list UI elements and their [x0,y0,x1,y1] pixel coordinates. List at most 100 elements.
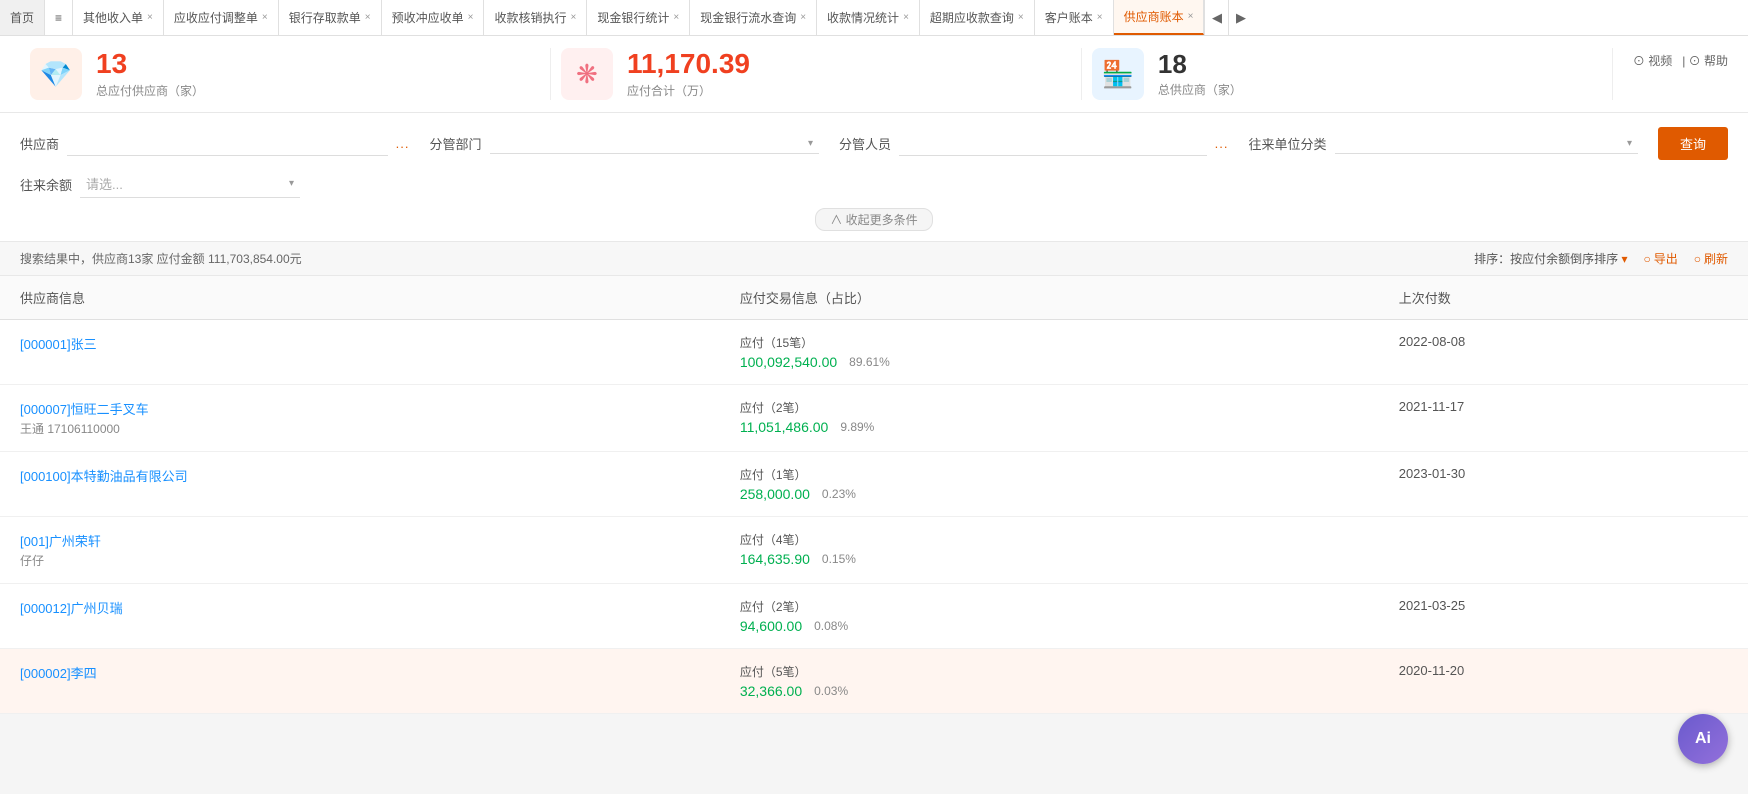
help-text-link[interactable]: | ⊙ 帮助 [1682,52,1728,69]
nav-tab-supplier-ledger-label: 供应商账本 [1124,8,1184,25]
close-prepay-offset-icon[interactable]: × [468,12,474,23]
nav-tab-overdue-ar[interactable]: 超期应收款查询 × [920,0,1035,35]
payable-pct: 0.23% [822,487,856,501]
close-collection-stat-icon[interactable]: × [903,12,909,23]
payable-amount[interactable]: 11,051,486.00 [740,419,829,435]
nav-tab-other-income[interactable]: 其他收入单 × [73,0,164,35]
nav-tab-collection-stat[interactable]: 收款情况统计 × [817,0,920,35]
payable-info-cell: 应付（4笔）164,635.900.15% [720,517,1379,584]
summary-card-total-payable: ❋ 11,170.39 应付合计（万） [551,48,1082,100]
close-overdue-ar-icon[interactable]: × [1018,12,1024,23]
payable-suppliers-icon: 💎 [30,48,82,100]
balance-select[interactable]: 请选... ▾ [80,170,300,198]
payable-amount[interactable]: 32,366.00 [740,683,802,699]
unit-class-chevron-icon: ▾ [1627,138,1632,149]
close-collection-verify-icon[interactable]: × [570,12,576,23]
nav-tab-cash-bank-flow[interactable]: 现金银行流水查询 × [690,0,817,35]
summary-bar: 💎 13 总应付供应商（家） ❋ 11,170.39 应付合计（万） 🏪 18 … [0,36,1748,113]
close-customer-ledger-icon[interactable]: × [1097,12,1103,23]
collapse-button[interactable]: ∧ 收起更多条件 [815,208,932,231]
nav-tab-overdue-ar-label: 超期应收款查询 [930,9,1014,26]
supplier-link[interactable]: [000001]张三 [20,337,97,352]
nav-tab-cash-bank-stat-label: 现金银行统计 [597,9,669,26]
nav-tab-ar-ap-adjust[interactable]: 应收应付调整单 × [164,0,279,35]
payable-suppliers-number: 13 [96,49,204,80]
table-row: [000002]李四 应付（5笔）32,366.000.03%2020-11-20 [0,649,1748,714]
payable-info-cell: 应付（2笔）11,051,486.009.89% [720,385,1379,452]
supplier-dots[interactable]: ... [396,136,410,151]
supplier-link[interactable]: [000007]恒旺二手叉车 [20,402,149,417]
last-pay-cell: 2021-11-17 [1379,385,1748,452]
col-header-lastpay: 上次付数 [1379,276,1748,320]
table-header-row: 供应商信息 应付交易信息（占比） 上次付数 [0,276,1748,320]
close-supplier-ledger-icon[interactable]: × [1188,11,1194,22]
payable-amount[interactable]: 100,092,540.00 [740,354,837,370]
payable-count: 应付（2笔） [740,598,1359,615]
ai-button-label: Ai [1695,730,1711,748]
help-links: ⊙ 视频 | ⊙ 帮助 [1613,48,1728,69]
nav-tab-ar-ap-adjust-label: 应收应付调整单 [174,9,258,26]
close-other-income-icon[interactable]: × [147,12,153,23]
payable-pct: 0.08% [814,619,848,633]
dept-select[interactable]: ▾ [490,134,819,154]
nav-tab-home[interactable]: 首页 [0,0,45,35]
dept-label: 分管部门 [430,134,482,153]
unit-class-select[interactable]: ▾ [1335,134,1638,154]
payable-count: 应付（4笔） [740,531,1359,548]
nav-left-arrow[interactable]: ◀ [1204,0,1228,35]
person-input[interactable] [899,132,1207,156]
table-row: [000007]恒旺二手叉车王通 17106110000应付（2笔）11,051… [0,385,1748,452]
total-payable-number: 11,170.39 [627,49,750,80]
payable-count: 应付（1笔） [740,466,1359,483]
filter-row-2: 往来余额 请选... ▾ [20,170,1728,198]
payable-amount[interactable]: 94,600.00 [740,618,802,634]
supplier-input[interactable] [67,132,388,156]
filter-row-1: 供应商 ... 分管部门 ▾ 分管人员 ... 往来单位分类 ▾ 查询 [20,127,1728,160]
ai-button[interactable]: Ai [1678,714,1728,764]
refresh-icon: ○ [1694,252,1701,266]
supplier-label: 供应商 [20,134,59,153]
payable-amount[interactable]: 164,635.90 [740,551,810,567]
sort-icon[interactable]: ▾ [1621,252,1627,266]
payable-info-cell: 应付（15笔）100,092,540.0089.61% [720,320,1379,385]
col-header-supplier: 供应商信息 [0,276,720,320]
close-cash-bank-flow-icon[interactable]: × [800,12,806,23]
close-ar-ap-adjust-icon[interactable]: × [262,12,268,23]
unit-class-label: 往来单位分类 [1249,134,1327,153]
balance-chevron-icon: ▾ [289,178,294,189]
nav-tab-cash-bank-flow-label: 现金银行流水查询 [700,9,796,26]
nav-tab-cash-bank-stat[interactable]: 现金银行统计 × [587,0,690,35]
table-row: [000100]本特勤油品有限公司应付（1笔）258,000.000.23%20… [0,452,1748,517]
nav-tab-prepay-offset[interactable]: 预收冲应收单 × [382,0,485,35]
refresh-label: 刷新 [1704,250,1728,267]
query-button[interactable]: 查询 [1658,127,1728,160]
nav-tab-collection-verify-label: 收款核销执行 [494,9,566,26]
nav-tab-customer-ledger[interactable]: 客户账本 × [1035,0,1114,35]
filter-supplier: 供应商 ... [20,132,410,156]
nav-tab-other-income-label: 其他收入单 [83,9,143,26]
nav-tab-collection-verify[interactable]: 收款核销执行 × [484,0,587,35]
supplier-link[interactable]: [000100]本特勤油品有限公司 [20,469,188,484]
supplier-link[interactable]: [000002]李四 [20,666,97,681]
supplier-link[interactable]: [001]广州荣轩 [20,534,101,549]
help-video-link[interactable]: ⊙ 视频 [1633,52,1672,69]
last-pay-cell [1379,517,1748,584]
nav-right-arrow[interactable]: ▶ [1228,0,1252,35]
close-bank-deposit-icon[interactable]: × [365,12,371,23]
supplier-info-cell: [000002]李四 [0,649,720,714]
nav-tab-supplier-ledger[interactable]: 供应商账本 × [1114,0,1205,35]
refresh-button[interactable]: ○ 刷新 [1694,250,1728,267]
last-pay-cell: 2020-11-20 [1379,649,1748,714]
supplier-link[interactable]: [000012]广州贝瑞 [20,601,123,616]
nav-tab-bank-deposit[interactable]: 银行存取款单 × [279,0,382,35]
payable-info-cell: 应付（5笔）32,366.000.03% [720,649,1379,714]
close-cash-bank-stat-icon[interactable]: × [673,12,679,23]
export-button[interactable]: ○ 导出 [1643,250,1677,267]
person-dots[interactable]: ... [1215,136,1229,151]
payable-amount[interactable]: 258,000.00 [740,486,810,502]
last-pay-cell: 2022-08-08 [1379,320,1748,385]
nav-tab-menu[interactable]: ≡ [45,0,73,35]
supplier-table-area: 供应商信息 应付交易信息（占比） 上次付数 [000001]张三 应付（15笔）1… [0,276,1748,714]
table-row: [001]广州荣轩仔仔应付（4笔）164,635.900.15% [0,517,1748,584]
payable-pct: 9.89% [840,420,874,434]
